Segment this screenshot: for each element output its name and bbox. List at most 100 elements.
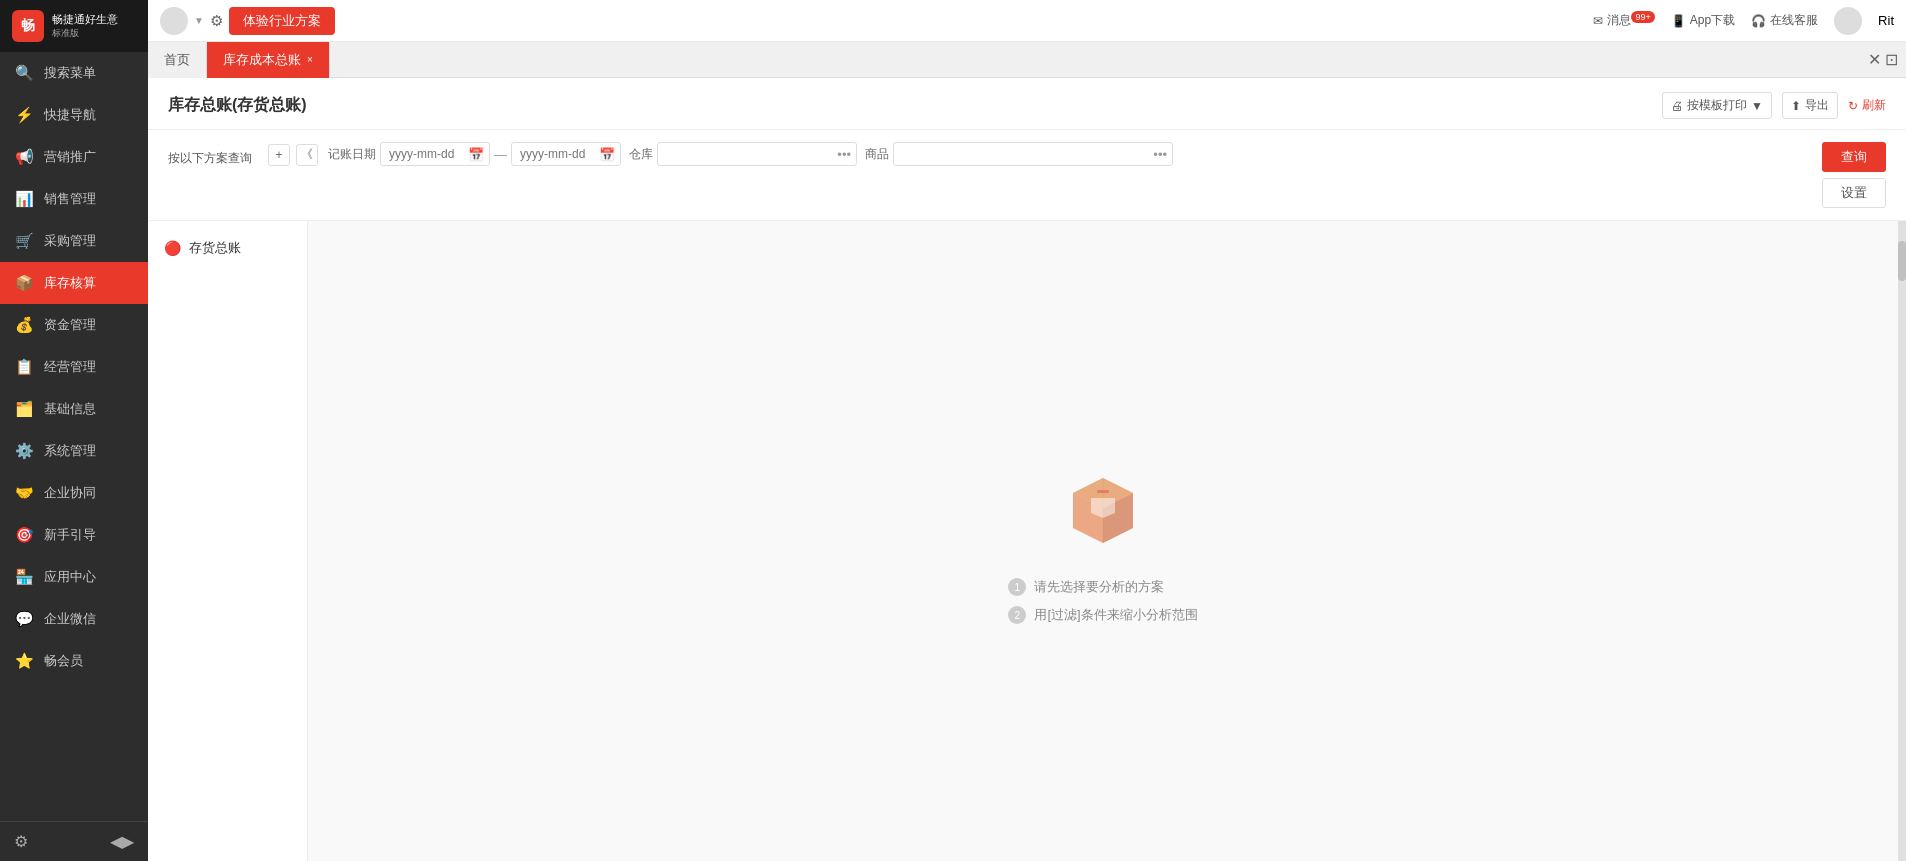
refresh-label: 刷新 [1862, 97, 1886, 114]
logo-icon: 畅 [12, 10, 44, 42]
export-btn[interactable]: ⬆ 导出 [1782, 92, 1838, 119]
hint-num-1: 1 [1008, 578, 1026, 596]
sidebar-item-enterprise[interactable]: 🤝 企业协同 [0, 472, 148, 514]
tab-close-icon[interactable]: × [307, 54, 313, 65]
product-select-wrapper: ••• [893, 142, 1173, 166]
settings-filter-btn[interactable]: 设置 [1822, 178, 1886, 208]
sidebar-item-search[interactable]: 🔍 搜索菜单 [0, 52, 148, 94]
sidebar-label-operations: 经营管理 [44, 358, 96, 376]
filter-scheme-label: 按以下方案查询 [168, 150, 252, 167]
product-label: 商品 [865, 146, 889, 163]
base-icon: 🗂️ [14, 400, 34, 418]
user-avatar-left [160, 7, 188, 35]
main-content-empty: 1 请先选择要分析的方案 2 用[过滤]条件来缩小分析范围 [308, 221, 1898, 861]
inventory-icon: 📦 [14, 274, 34, 292]
notification-badge: 99+ [1631, 11, 1654, 23]
sidebar-label-search: 搜索菜单 [44, 64, 96, 82]
sidebar-label-base: 基础信息 [44, 400, 96, 418]
tabs-close-all-icon[interactable]: ✕ [1868, 50, 1881, 69]
add-scheme-btn[interactable]: + [268, 144, 290, 166]
empty-hints: 1 请先选择要分析的方案 2 用[过滤]条件来缩小分析范围 [1008, 578, 1197, 624]
tab-active-label: 库存成本总账 [223, 51, 301, 69]
sidebar-label-enterprise: 企业协同 [44, 484, 96, 502]
sales-icon: 📊 [14, 190, 34, 208]
tab-home[interactable]: 首页 [148, 42, 207, 78]
export-icon: ⬆ [1791, 99, 1801, 113]
warehouse-select-wrapper: ••• [657, 142, 857, 166]
sidebar-item-sales[interactable]: 📊 销售管理 [0, 178, 148, 220]
hint-row-2: 2 用[过滤]条件来缩小分析范围 [1008, 606, 1197, 624]
print-btn[interactable]: 🖨 按模板打印 ▼ [1662, 92, 1772, 119]
user-avatar-right[interactable] [1834, 7, 1862, 35]
settings-footer-icon[interactable]: ⚙ [14, 832, 28, 851]
tab-home-label: 首页 [164, 51, 190, 69]
app-download-item[interactable]: 📱 App下载 [1671, 12, 1735, 29]
sidebar-item-inventory[interactable]: 📦 库存核算 [0, 262, 148, 304]
notification-item[interactable]: ✉ 消息 99+ [1593, 12, 1654, 29]
collapse-icon[interactable]: ◀▶ [110, 832, 134, 851]
shortcut-icon: ⚡ [14, 106, 34, 124]
scrollbar-thumb[interactable] [1898, 241, 1906, 281]
online-service-item[interactable]: 🎧 在线客服 [1751, 12, 1818, 29]
wechat-icon: 💬 [14, 610, 34, 628]
filter-section: 按以下方案查询 + 《 记账日期 📅 — 📅 [148, 130, 1906, 221]
sidebar-label-vip: 畅会员 [44, 652, 83, 670]
tabs-right-actions: ✕ ⊡ [1868, 50, 1906, 69]
tabs-resize-icon[interactable]: ⊡ [1885, 50, 1898, 69]
topbar-username: Rit [1878, 13, 1894, 28]
enterprise-icon: 🤝 [14, 484, 34, 502]
sidebar-item-shortcut[interactable]: ⚡ 快捷导航 [0, 94, 148, 136]
purchase-icon: 🛒 [14, 232, 34, 250]
sidebar-item-newguide[interactable]: 🎯 新手引导 [0, 514, 148, 556]
print-dropdown-icon[interactable]: ▼ [1751, 99, 1763, 113]
sidebar-item-system[interactable]: ⚙️ 系统管理 [0, 430, 148, 472]
hint-text-1: 请先选择要分析的方案 [1034, 578, 1164, 596]
sidebar-nav: 🔍 搜索菜单 ⚡ 快捷导航 📢 营销推广 📊 销售管理 🛒 采购管理 📦 库存核… [0, 52, 148, 821]
sidebar-item-marketing[interactable]: 📢 营销推广 [0, 136, 148, 178]
app-download-label: App下载 [1690, 12, 1735, 29]
sidebar-item-operations[interactable]: 📋 经营管理 [0, 346, 148, 388]
headset-icon: 🎧 [1751, 14, 1766, 28]
chevron-down-icon[interactable]: ▼ [194, 15, 204, 26]
refresh-btn[interactable]: ↻ 刷新 [1848, 97, 1886, 114]
warehouse-select[interactable] [657, 142, 857, 166]
sidebar-item-appstore[interactable]: 🏪 应用中心 [0, 556, 148, 598]
topbar-right: ✉ 消息 99+ 📱 App下载 🎧 在线客服 Rit [1593, 7, 1894, 35]
app-name: 畅捷通好生意 [52, 12, 118, 27]
page-title: 库存总账(存货总账) [168, 95, 307, 116]
sidebar-item-purchase[interactable]: 🛒 采购管理 [0, 220, 148, 262]
date-start-input[interactable] [380, 142, 490, 166]
system-icon: ⚙️ [14, 442, 34, 460]
empty-illustration: 1 请先选择要分析的方案 2 用[过滤]条件来缩小分析范围 [1008, 458, 1197, 624]
sidebar-label-wechat: 企业微信 [44, 610, 96, 628]
sidebar: 畅 畅捷通好生意 标准版 🔍 搜索菜单 ⚡ 快捷导航 📢 营销推广 📊 销售管理… [0, 0, 148, 861]
sidebar-item-base[interactable]: 🗂️ 基础信息 [0, 388, 148, 430]
operations-icon: 📋 [14, 358, 34, 376]
sidebar-item-vip[interactable]: ⭐ 畅会员 [0, 640, 148, 682]
newguide-icon: 🎯 [14, 526, 34, 544]
topbar-user-area: ▼ ⚙ 体验行业方案 [160, 7, 1585, 35]
date-label: 记账日期 [328, 146, 376, 163]
scheme-item-inventory-ledger[interactable]: 🔴 存货总账 [148, 231, 307, 265]
collapse-scheme-btn[interactable]: 《 [296, 144, 318, 166]
finance-icon: 💰 [14, 316, 34, 334]
message-icon: ✉ [1593, 14, 1603, 28]
industry-btn[interactable]: 体验行业方案 [229, 7, 335, 35]
online-service-label: 在线客服 [1770, 12, 1818, 29]
date-start-wrapper: 📅 [380, 142, 490, 166]
refresh-icon: ↻ [1848, 99, 1858, 113]
query-btn[interactable]: 查询 [1822, 142, 1886, 172]
sidebar-label-appstore: 应用中心 [44, 568, 96, 586]
date-filter-field: 记账日期 📅 — 📅 [328, 142, 621, 166]
right-scrollbar[interactable] [1898, 221, 1906, 861]
topbar-gear-icon[interactable]: ⚙ [210, 12, 223, 30]
sidebar-item-finance[interactable]: 💰 资金管理 [0, 304, 148, 346]
sidebar-label-inventory: 库存核算 [44, 274, 96, 292]
warehouse-filter-field: 仓库 ••• [629, 142, 857, 166]
filter-row: 记账日期 📅 — 📅 仓库 ••• [328, 142, 1810, 166]
date-end-input[interactable] [511, 142, 621, 166]
product-select[interactable] [893, 142, 1173, 166]
tab-inventory-ledger[interactable]: 库存成本总账 × [207, 42, 330, 78]
sidebar-item-wechat[interactable]: 💬 企业微信 [0, 598, 148, 640]
page-header-actions: 🖨 按模板打印 ▼ ⬆ 导出 ↻ 刷新 [1662, 92, 1886, 119]
